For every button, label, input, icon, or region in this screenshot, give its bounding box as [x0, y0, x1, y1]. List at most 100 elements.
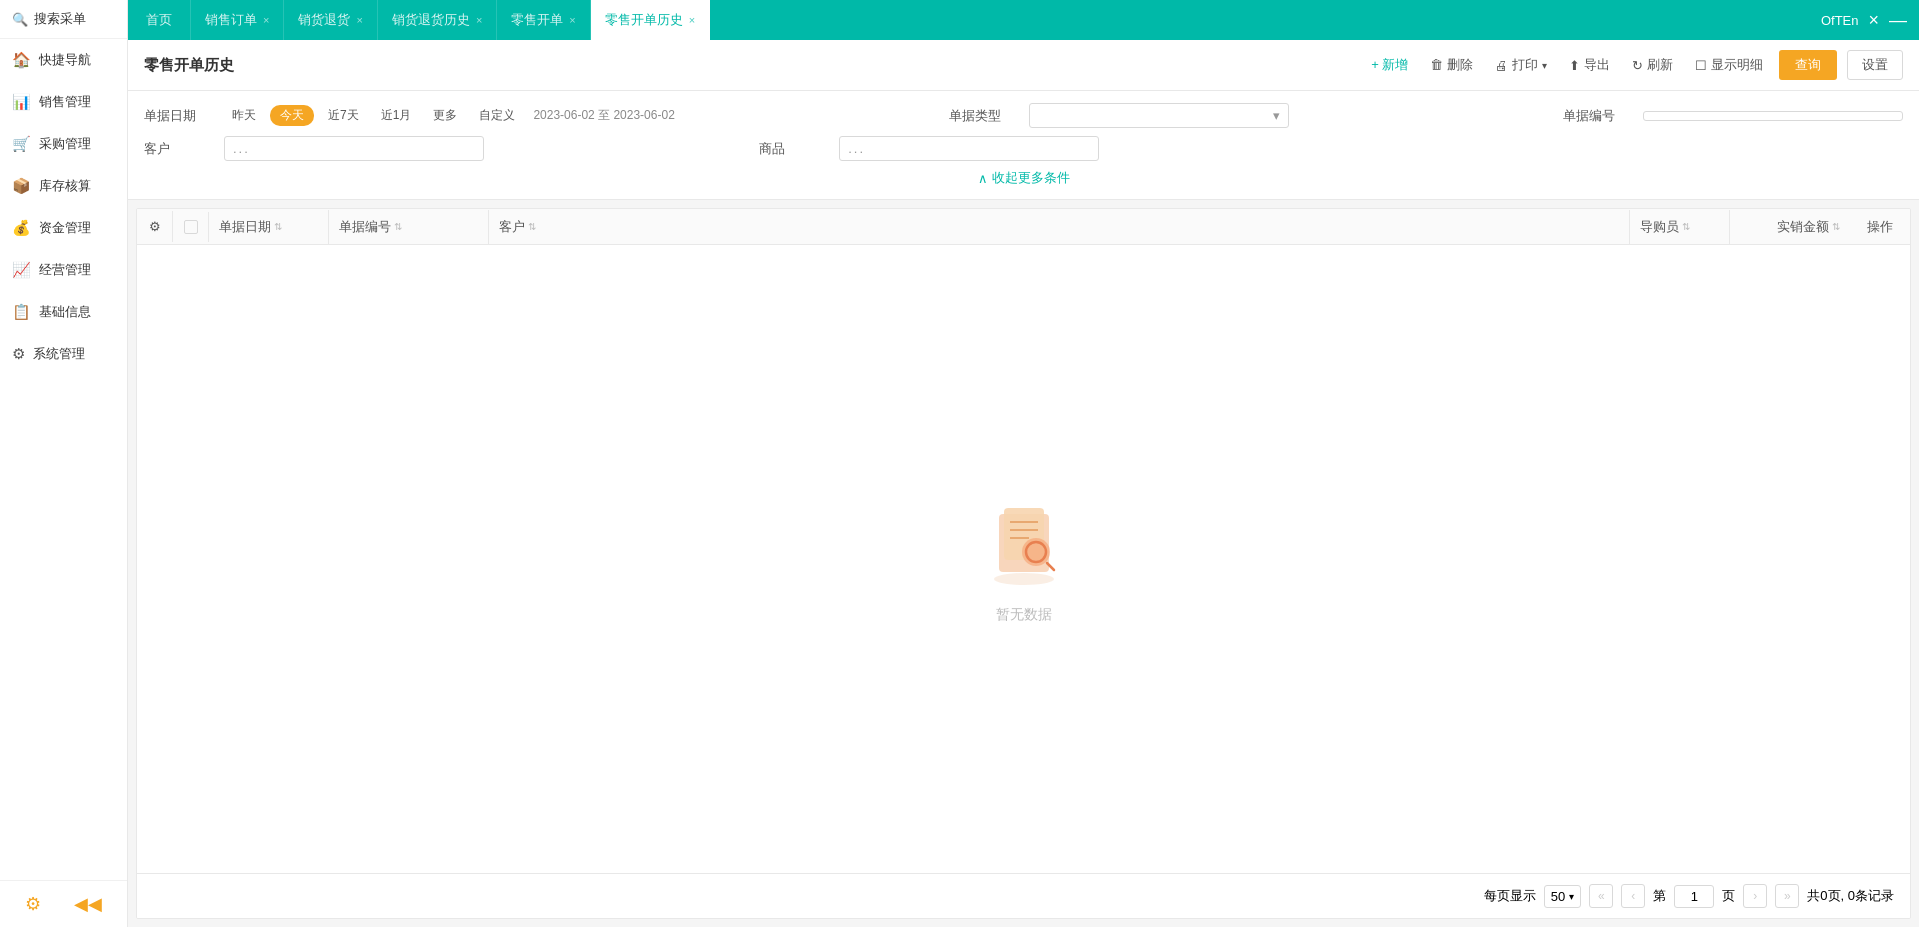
empty-icon	[974, 494, 1074, 594]
customer-input[interactable]: ...	[224, 136, 484, 161]
first-page-button[interactable]: «	[1589, 884, 1613, 908]
date-btn-1month[interactable]: 近1月	[373, 105, 420, 126]
customer-placeholder: ...	[233, 141, 250, 156]
tab-retail-open-close[interactable]: ×	[569, 14, 575, 26]
window-close-button[interactable]: ×	[1868, 10, 1879, 31]
window-minimize-button[interactable]: —	[1889, 10, 1907, 31]
table-header: ⚙ 单据日期 ⇅ 单据编号 ⇅ 客户 ⇅ 导购员	[137, 209, 1910, 245]
tab-sales-return-hist-label: 销货退货历史	[392, 11, 470, 29]
page-header: 零售开单历史 + 新增 🗑 删除 🖨 打印 ▾ ⬆ 导出 ↻ 刷新	[128, 40, 1919, 91]
collapse-more-button[interactable]: ∧ 收起更多条件	[144, 169, 1903, 187]
checkbox-icon: ☐	[1695, 58, 1707, 73]
page-label: 第	[1653, 887, 1666, 905]
th-date: 单据日期 ⇅	[209, 210, 329, 244]
th-order-no-label: 单据编号	[339, 218, 391, 236]
sidebar-item-finance-mgmt[interactable]: 💰 资金管理	[0, 207, 127, 249]
tab-sales-return-close[interactable]: ×	[356, 14, 362, 26]
display-detail-button[interactable]: ☐ 显示明细	[1689, 52, 1769, 78]
sales-icon: 📊	[12, 93, 31, 111]
print-button[interactable]: 🖨 打印 ▾	[1489, 52, 1553, 78]
empty-state: 暂无数据	[137, 245, 1910, 873]
th-amount-label: 实销金额	[1777, 218, 1829, 236]
date-btn-today[interactable]: 今天	[270, 105, 314, 126]
sidebar-footer: ⚙ ◀◀	[0, 880, 127, 927]
filter-row-1: 单据日期 昨天 今天 近7天 近1月 更多 自定义 2023-06-02 至 2…	[144, 103, 1903, 128]
tab-retail-hist[interactable]: 零售开单历史 ×	[591, 0, 710, 40]
settings-button[interactable]: 设置	[1847, 50, 1903, 80]
th-checkbox[interactable]	[173, 212, 209, 242]
page-input[interactable]	[1674, 885, 1714, 908]
sidebar-item-label: 库存核算	[39, 177, 91, 195]
th-guide-label: 导购员	[1640, 218, 1679, 236]
delete-button[interactable]: 🗑 删除	[1424, 52, 1479, 78]
sidebar-item-quick-nav[interactable]: 🏠 快捷导航	[0, 39, 127, 81]
goods-placeholder: ...	[848, 141, 865, 156]
date-range-display: 2023-06-02 至 2023-06-02	[533, 107, 674, 124]
th-settings[interactable]: ⚙	[137, 211, 173, 242]
sidebar-item-sys-mgmt[interactable]: ⚙ 系统管理	[0, 333, 127, 375]
settings-button[interactable]: ⚙	[25, 893, 41, 915]
date-btn-yesterday[interactable]: 昨天	[224, 105, 264, 126]
order-no-sort-icon[interactable]: ⇅	[394, 221, 402, 232]
amount-sort-icon[interactable]: ⇅	[1832, 221, 1840, 232]
user-label: OfTEn	[1821, 13, 1859, 28]
date-filter-label: 单据日期	[144, 107, 204, 125]
sidebar-item-label: 资金管理	[39, 219, 91, 237]
sidebar-item-sales-mgmt[interactable]: 📊 销售管理	[0, 81, 127, 123]
prev-page-button[interactable]: ‹	[1621, 884, 1645, 908]
doc-type-select[interactable]: ▾	[1029, 103, 1289, 128]
next-page-button[interactable]: ›	[1743, 884, 1767, 908]
customer-label: 客户	[144, 140, 204, 158]
date-btn-custom[interactable]: 自定义	[471, 105, 523, 126]
th-customer-label: 客户	[499, 218, 525, 236]
export-label: 导出	[1584, 56, 1610, 74]
th-amount: 实销金额 ⇅	[1730, 210, 1850, 244]
page-title: 零售开单历史	[144, 56, 234, 75]
tab-retail-hist-label: 零售开单历史	[605, 11, 683, 29]
doc-type-arrow-icon: ▾	[1273, 108, 1280, 123]
query-button[interactable]: 查询	[1779, 50, 1837, 80]
page-size-arrow-icon: ▾	[1569, 891, 1574, 902]
date-btn-7days[interactable]: 近7天	[320, 105, 367, 126]
guide-sort-icon[interactable]: ⇅	[1682, 221, 1690, 232]
sidebar-search[interactable]: 🔍 搜索采单	[0, 0, 127, 39]
empty-text: 暂无数据	[996, 606, 1052, 624]
svg-point-0	[994, 573, 1054, 585]
sidebar-item-inventory[interactable]: 📦 库存核算	[0, 165, 127, 207]
sidebar: 🔍 搜索采单 🏠 快捷导航 📊 销售管理 🛒 采购管理 📦 库存核算 💰 资金管…	[0, 0, 128, 927]
page-size-select[interactable]: 50 ▾	[1544, 885, 1581, 908]
date-sort-icon[interactable]: ⇅	[274, 221, 282, 232]
select-all-checkbox[interactable]	[184, 220, 198, 234]
search-icon: 🔍	[12, 12, 28, 27]
tab-home[interactable]: 首页	[128, 0, 191, 40]
sidebar-item-label: 快捷导航	[39, 51, 91, 69]
tab-bar-right: OfTEn × —	[1821, 10, 1919, 31]
last-page-button[interactable]: »	[1775, 884, 1799, 908]
doc-no-input[interactable]	[1643, 111, 1903, 121]
sidebar-item-purchase-mgmt[interactable]: 🛒 采购管理	[0, 123, 127, 165]
tab-sales-return[interactable]: 销货退货 ×	[284, 0, 377, 40]
goods-input[interactable]: ...	[839, 136, 1099, 161]
tab-sales-order[interactable]: 销售订单 ×	[191, 0, 284, 40]
tab-retail-open[interactable]: 零售开单 ×	[497, 0, 590, 40]
export-icon: ⬆	[1569, 58, 1580, 73]
refresh-button[interactable]: ↻ 刷新	[1626, 52, 1679, 78]
tab-retail-open-label: 零售开单	[511, 11, 563, 29]
tab-sales-return-hist-close[interactable]: ×	[476, 14, 482, 26]
customer-sort-icon[interactable]: ⇅	[528, 221, 536, 232]
date-btn-more[interactable]: 更多	[425, 105, 465, 126]
export-button[interactable]: ⬆ 导出	[1563, 52, 1616, 78]
main-area: 首页 销售订单 × 销货退货 × 销货退货历史 × 零售开单 × 零售开单历史 …	[128, 0, 1919, 927]
sidebar-item-label: 基础信息	[39, 303, 91, 321]
sidebar-item-basic-info[interactable]: 📋 基础信息	[0, 291, 127, 333]
print-label: 打印	[1512, 56, 1538, 74]
home-icon: 🏠	[12, 51, 31, 69]
tab-retail-hist-close[interactable]: ×	[689, 14, 695, 26]
display-detail-label: 显示明细	[1711, 56, 1763, 74]
tab-sales-order-close[interactable]: ×	[263, 14, 269, 26]
tab-sales-return-hist[interactable]: 销货退货历史 ×	[378, 0, 497, 40]
collapse-sidebar-button[interactable]: ◀◀	[74, 893, 102, 915]
sidebar-item-ops-mgmt[interactable]: 📈 经营管理	[0, 249, 127, 291]
refresh-icon: ↻	[1632, 58, 1643, 73]
add-button[interactable]: + 新增	[1365, 52, 1414, 78]
